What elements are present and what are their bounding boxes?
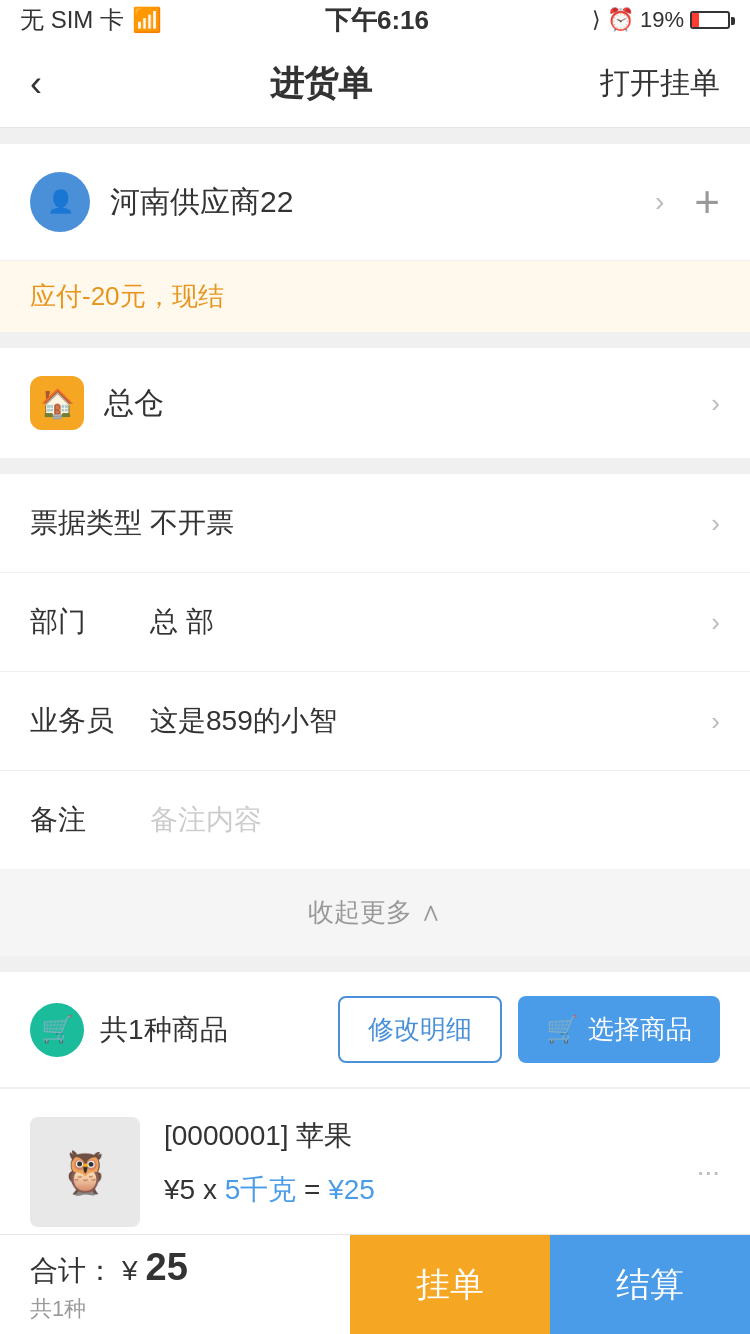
supplier-section: 👤 河南供应商22 › + 应付-20元，现结 [0,144,750,332]
total-sub: 共1种 [30,1294,320,1324]
select-product-button[interactable]: 🛒 选择商品 [518,996,720,1063]
department-chevron-icon: › [711,607,720,638]
warehouse-left: 🏠 总仓 [30,376,164,430]
warehouse-section[interactable]: 🏠 总仓 › [0,348,750,458]
edit-detail-button[interactable]: 修改明细 [338,996,502,1063]
warehouse-name: 总仓 [104,383,164,424]
department-value: 总 部 [150,603,701,641]
collapse-row[interactable]: 收起更多 ∧ [0,869,750,956]
supplier-chevron-icon: › [655,186,664,218]
wifi-icon: 📶 [132,6,162,34]
alarm-icon: ⏰ [607,7,634,33]
select-product-label: 选择商品 [588,1012,692,1047]
supplier-left: 👤 河南供应商22 [30,172,655,232]
home-icon: 🏠 [40,387,75,420]
warehouse-chevron-icon: › [711,388,720,419]
total-label: 合计： [30,1252,114,1290]
product-count-text: 共1种商品 [100,1011,228,1049]
location-icon: ⟩ [592,7,601,33]
form-section: 票据类型 不开票 › 部门 总 部 › 业务员 这是859的小智 › 备注 备注… [0,474,750,869]
total-main: 合计： ¥ 25 [30,1246,320,1290]
supplier-avatar: 👤 [30,172,90,232]
status-left: 无 SIM 卡 📶 [20,4,162,36]
product-count-left: 🛒 共1种商品 [30,1003,228,1057]
add-supplier-button[interactable]: + [694,177,720,227]
remark-label: 备注 [30,801,150,839]
cart-icon-wrap: 🛒 [30,1003,84,1057]
status-bar: 无 SIM 卡 📶 下午6:16 ⟩ ⏰ 19% [0,0,750,40]
page-title: 进货单 [270,61,372,107]
salesperson-value: 这是859的小智 [150,702,701,740]
price-unit: ¥5 [164,1174,195,1205]
product-code: [0000001] [164,1120,289,1151]
invoice-type-row[interactable]: 票据类型 不开票 › [0,474,750,573]
cart-icon: 🛒 [41,1014,73,1045]
salesperson-row[interactable]: 业务员 这是859的小智 › [0,672,750,771]
department-row[interactable]: 部门 总 部 › [0,573,750,672]
carrier-text: 无 SIM 卡 [20,4,124,36]
supplier-row[interactable]: 👤 河南供应商22 › + [0,144,750,261]
info-banner: 应付-20元，现结 [0,261,750,332]
product-item: 🦉 [0000001] 苹果 ¥5 x 5千克 = ¥25 ··· [0,1089,750,1255]
nav-bar: ‹ 进货单 打开挂单 [0,40,750,128]
invoice-type-chevron-icon: › [711,508,720,539]
product-info: [0000001] 苹果 ¥5 x 5千克 = ¥25 [164,1117,673,1209]
select-product-icon: 🛒 [546,1014,578,1045]
bottom-bar: 合计： ¥ 25 共1种 挂单 结算 [0,1234,750,1334]
department-label: 部门 [30,603,150,641]
checkout-button[interactable]: 结算 [550,1235,750,1334]
supplier-name: 河南供应商22 [110,182,293,223]
invoice-type-label: 票据类型 [30,504,150,542]
product-header: 🛒 共1种商品 修改明细 🛒 选择商品 [0,972,750,1087]
product-placeholder-icon: 🦉 [59,1148,111,1197]
product-quantity: 5千克 [225,1174,297,1205]
hang-button[interactable]: 挂单 [350,1235,550,1334]
open-hang-button[interactable]: 打开挂单 [600,63,720,104]
remark-input[interactable]: 备注内容 [150,801,720,839]
invoice-type-value: 不开票 [150,504,701,542]
product-total: ¥25 [328,1174,375,1205]
multiply-symbol: x [203,1174,225,1205]
product-buttons: 修改明细 🛒 选择商品 [338,996,720,1063]
status-time: 下午6:16 [325,3,429,38]
battery-icon [690,11,730,29]
avatar-icon: 👤 [47,189,74,215]
currency-symbol: ¥ [122,1255,138,1287]
total-amount: 25 [146,1246,188,1289]
product-name: [0000001] 苹果 [164,1117,673,1155]
product-price: ¥5 x 5千克 = ¥25 [164,1171,673,1209]
product-more-button[interactable]: ··· [697,1156,720,1188]
battery-percent: 19% [640,7,684,33]
back-button[interactable]: ‹ [30,63,42,105]
bottom-total: 合计： ¥ 25 共1种 [0,1235,350,1334]
warehouse-icon: 🏠 [30,376,84,430]
status-right: ⟩ ⏰ 19% [592,7,730,33]
product-title: 苹果 [296,1120,352,1151]
equals-symbol: = [304,1174,328,1205]
remark-row[interactable]: 备注 备注内容 [0,771,750,869]
salesperson-chevron-icon: › [711,706,720,737]
salesperson-label: 业务员 [30,702,150,740]
product-thumbnail: 🦉 [30,1117,140,1227]
